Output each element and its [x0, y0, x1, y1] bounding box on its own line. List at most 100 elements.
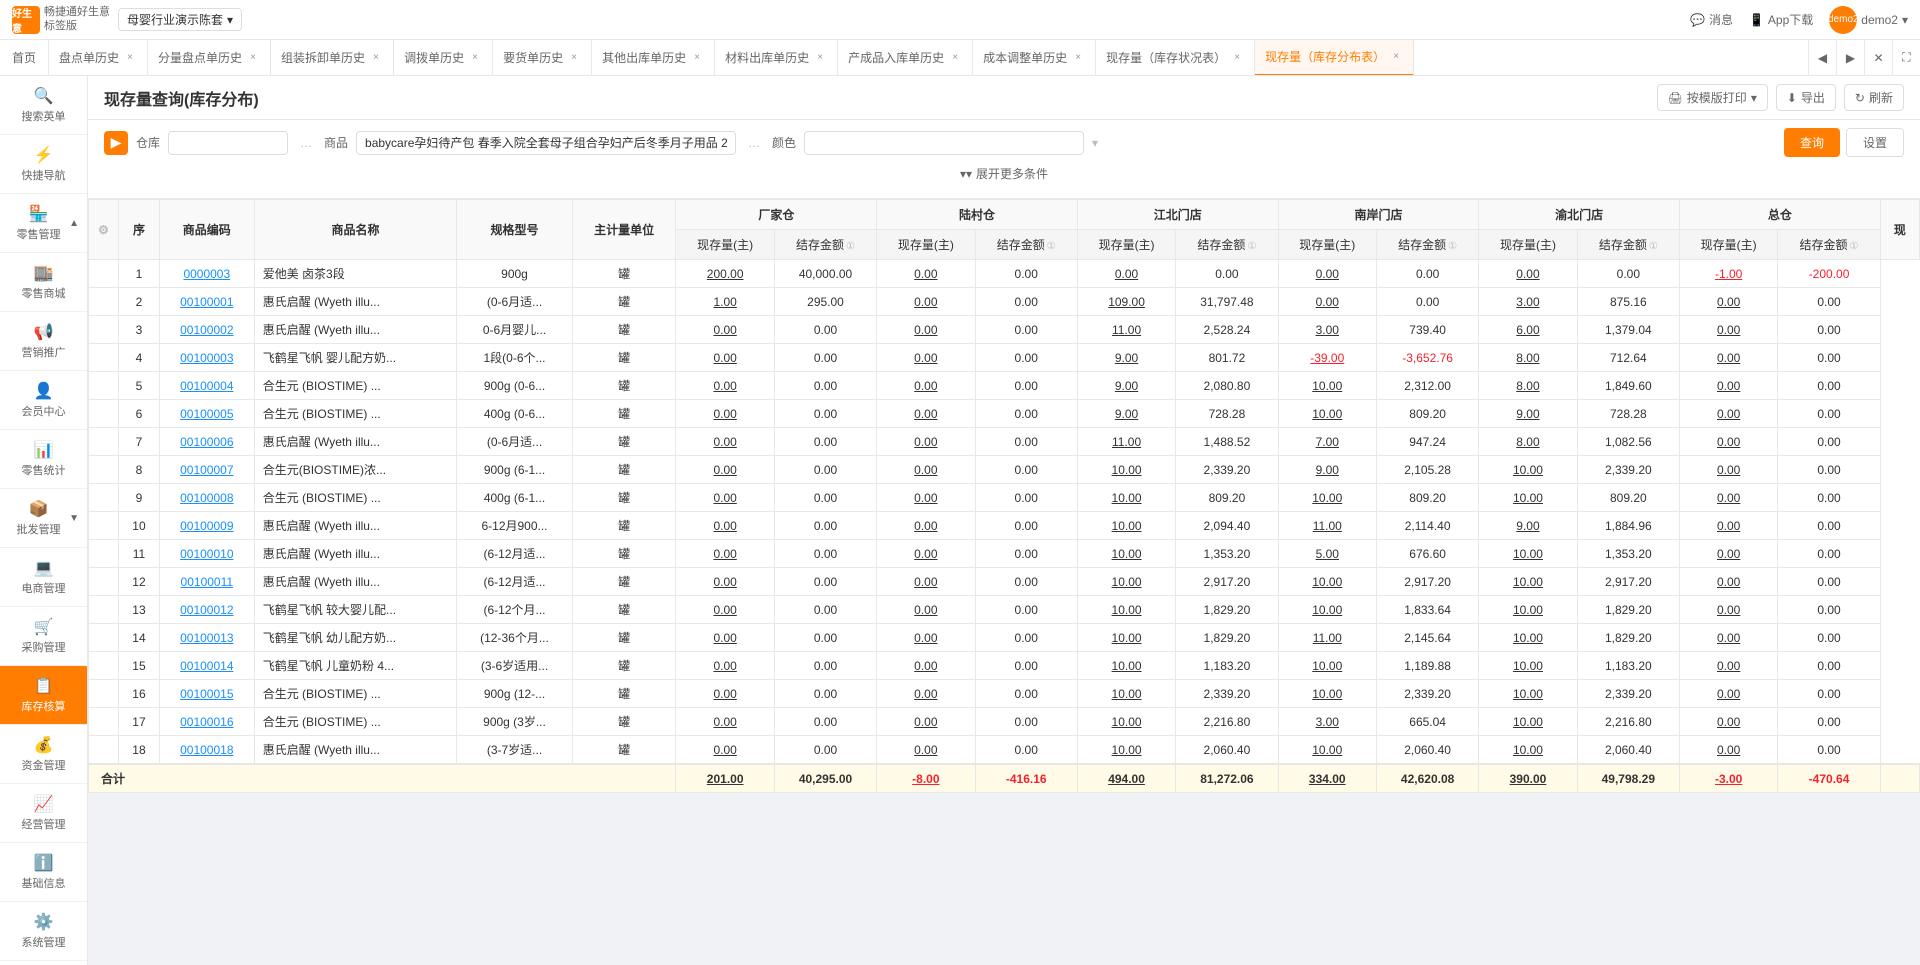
table-area[interactable]: ⚙ 序 商品编码 商品名称 规格型号 主计量单位 厂家仓 陆村仓 江北门店 南岸… [88, 199, 1920, 965]
cell-data-8[interactable]: 10.00 [1479, 680, 1577, 708]
cell-data-10[interactable]: 0.00 [1680, 540, 1778, 568]
cell-data-4[interactable]: 10.00 [1077, 652, 1175, 680]
cell-data-8[interactable]: 9.00 [1479, 400, 1577, 428]
cell-data-2[interactable]: 0.00 [877, 260, 975, 288]
cell-data-8[interactable]: 8.00 [1479, 344, 1577, 372]
cell-data-0[interactable]: 0.00 [676, 596, 774, 624]
cell-data-8[interactable]: 10.00 [1479, 652, 1577, 680]
cell-data-0[interactable]: 0.00 [676, 400, 774, 428]
cell-data-6[interactable]: 7.00 [1278, 428, 1376, 456]
cell-data-6[interactable]: 3.00 [1278, 316, 1376, 344]
cell-data-8[interactable]: 10.00 [1479, 568, 1577, 596]
cell-data-8[interactable]: 8.00 [1479, 372, 1577, 400]
cell-data-4[interactable]: 10.00 [1077, 456, 1175, 484]
sidebar-item-wholesale[interactable]: 📦 批发管理 ▼ [0, 489, 87, 548]
print-btn[interactable]: 🖨 按模版打印 ▾ [1657, 84, 1768, 111]
cell-data-10[interactable]: 0.00 [1680, 708, 1778, 736]
cell-data-8[interactable]: 8.00 [1479, 428, 1577, 456]
cell-code[interactable]: 00100003 [159, 344, 254, 372]
cell-data-2[interactable]: 0.00 [877, 344, 975, 372]
cell-data-10[interactable]: 0.00 [1680, 680, 1778, 708]
cell-data-4[interactable]: 10.00 [1077, 624, 1175, 652]
sidebar-item-system[interactable]: ⚙️ 系统管理 [0, 902, 87, 961]
tab-prev-btn[interactable]: ◀ [1808, 40, 1836, 76]
cell-data-8[interactable]: 10.00 [1479, 484, 1577, 512]
tab-home[interactable]: 首页 [0, 40, 49, 76]
sidebar-item-retail-stats[interactable]: 📊 零售统计 [0, 430, 87, 489]
cell-data-10[interactable]: 0.00 [1680, 316, 1778, 344]
sidebar-item-basic[interactable]: ℹ️ 基础信息 [0, 843, 87, 902]
tab-item-4[interactable]: 调拨单历史 × [394, 40, 493, 76]
cell-data-4[interactable]: 10.00 [1077, 596, 1175, 624]
tab-close-11[interactable]: × [1389, 50, 1403, 64]
cell-data-10[interactable]: 0.00 [1680, 372, 1778, 400]
message-btn[interactable]: 💬 消息 [1690, 11, 1733, 28]
sidebar-item-collab[interactable]: 🤝 企业协同 [0, 961, 87, 965]
cell-code[interactable]: 00100005 [159, 400, 254, 428]
cell-data-6[interactable]: 11.00 [1278, 624, 1376, 652]
cell-code[interactable]: 00100013 [159, 624, 254, 652]
footer-lucun-qty[interactable]: -8.00 [877, 764, 975, 793]
cell-data-2[interactable]: 0.00 [877, 456, 975, 484]
cell-code[interactable]: 00100008 [159, 484, 254, 512]
cell-data-4[interactable]: 10.00 [1077, 568, 1175, 596]
tab-item-7[interactable]: 材料出库单历史 × [715, 40, 838, 76]
cell-data-4[interactable]: 10.00 [1077, 680, 1175, 708]
cell-data-4[interactable]: 0.00 [1077, 260, 1175, 288]
cell-data-4[interactable]: 9.00 [1077, 400, 1175, 428]
cell-data-2[interactable]: 0.00 [877, 708, 975, 736]
cell-data-8[interactable]: 10.00 [1479, 456, 1577, 484]
cell-data-10[interactable]: 0.00 [1680, 736, 1778, 765]
tab-close-all-btn[interactable]: ✕ [1864, 40, 1892, 76]
sidebar-item-finance[interactable]: 💰 资金管理 [0, 725, 87, 784]
cell-data-10[interactable]: 0.00 [1680, 428, 1778, 456]
cell-code[interactable]: 00100004 [159, 372, 254, 400]
cell-data-2[interactable]: 0.00 [877, 736, 975, 765]
cell-data-4[interactable]: 10.00 [1077, 736, 1175, 765]
tab-close-2[interactable]: × [246, 51, 260, 65]
refresh-btn[interactable]: ↻ 刷新 [1844, 84, 1904, 111]
color-input[interactable] [804, 131, 1084, 155]
cell-data-10[interactable]: 0.00 [1680, 344, 1778, 372]
cell-data-4[interactable]: 11.00 [1077, 428, 1175, 456]
footer-yubei-qty[interactable]: 390.00 [1479, 764, 1577, 793]
cell-data-4[interactable]: 11.00 [1077, 316, 1175, 344]
expand-filter-btn[interactable]: ▾▾ 展开更多条件 [952, 163, 1056, 184]
cell-data-6[interactable]: 0.00 [1278, 260, 1376, 288]
cell-data-8[interactable]: 10.00 [1479, 624, 1577, 652]
cell-data-0[interactable]: 0.00 [676, 568, 774, 596]
sidebar-item-operations[interactable]: 📈 经营管理 [0, 784, 87, 843]
info-icon-5[interactable]: ① [1649, 241, 1658, 252]
sidebar-item-retail-mgmt[interactable]: 🏪 零售管理 ▲ [0, 194, 87, 253]
cell-data-2[interactable]: 0.00 [877, 652, 975, 680]
tab-expand-btn[interactable]: ⛶ [1892, 40, 1920, 76]
cell-data-6[interactable]: 5.00 [1278, 540, 1376, 568]
cell-data-6[interactable]: 10.00 [1278, 400, 1376, 428]
footer-total-qty[interactable]: -3.00 [1680, 764, 1778, 793]
cell-code[interactable]: 00100010 [159, 540, 254, 568]
cell-data-10[interactable]: 0.00 [1680, 624, 1778, 652]
cell-data-6[interactable]: 10.00 [1278, 736, 1376, 765]
tab-item-8[interactable]: 产成品入库单历史 × [838, 40, 973, 76]
cell-data-0[interactable]: 1.00 [676, 288, 774, 316]
cell-data-6[interactable]: 11.00 [1278, 512, 1376, 540]
tab-item-5[interactable]: 要货单历史 × [493, 40, 592, 76]
cell-data-0[interactable]: 0.00 [676, 428, 774, 456]
cell-data-2[interactable]: 0.00 [877, 372, 975, 400]
info-icon-2[interactable]: ① [1047, 241, 1056, 252]
cell-data-4[interactable]: 10.00 [1077, 512, 1175, 540]
cell-code[interactable]: 00100015 [159, 680, 254, 708]
cell-data-2[interactable]: 0.00 [877, 624, 975, 652]
cell-code[interactable]: 00100018 [159, 736, 254, 765]
cell-code[interactable]: 00100002 [159, 316, 254, 344]
cell-data-10[interactable]: -1.00 [1680, 260, 1778, 288]
sidebar-item-mall[interactable]: 🏬 零售商城 [0, 253, 87, 312]
cell-data-6[interactable]: 10.00 [1278, 372, 1376, 400]
industry-selector[interactable]: 母婴行业演示陈套 ▾ [118, 8, 242, 31]
footer-jiangbei-qty[interactable]: 494.00 [1077, 764, 1175, 793]
cell-data-2[interactable]: 0.00 [877, 288, 975, 316]
goods-input[interactable] [356, 131, 736, 155]
sidebar-item-nav[interactable]: ⚡ 快捷导航 [0, 135, 87, 194]
cell-data-2[interactable]: 0.00 [877, 512, 975, 540]
cell-data-6[interactable]: 10.00 [1278, 484, 1376, 512]
